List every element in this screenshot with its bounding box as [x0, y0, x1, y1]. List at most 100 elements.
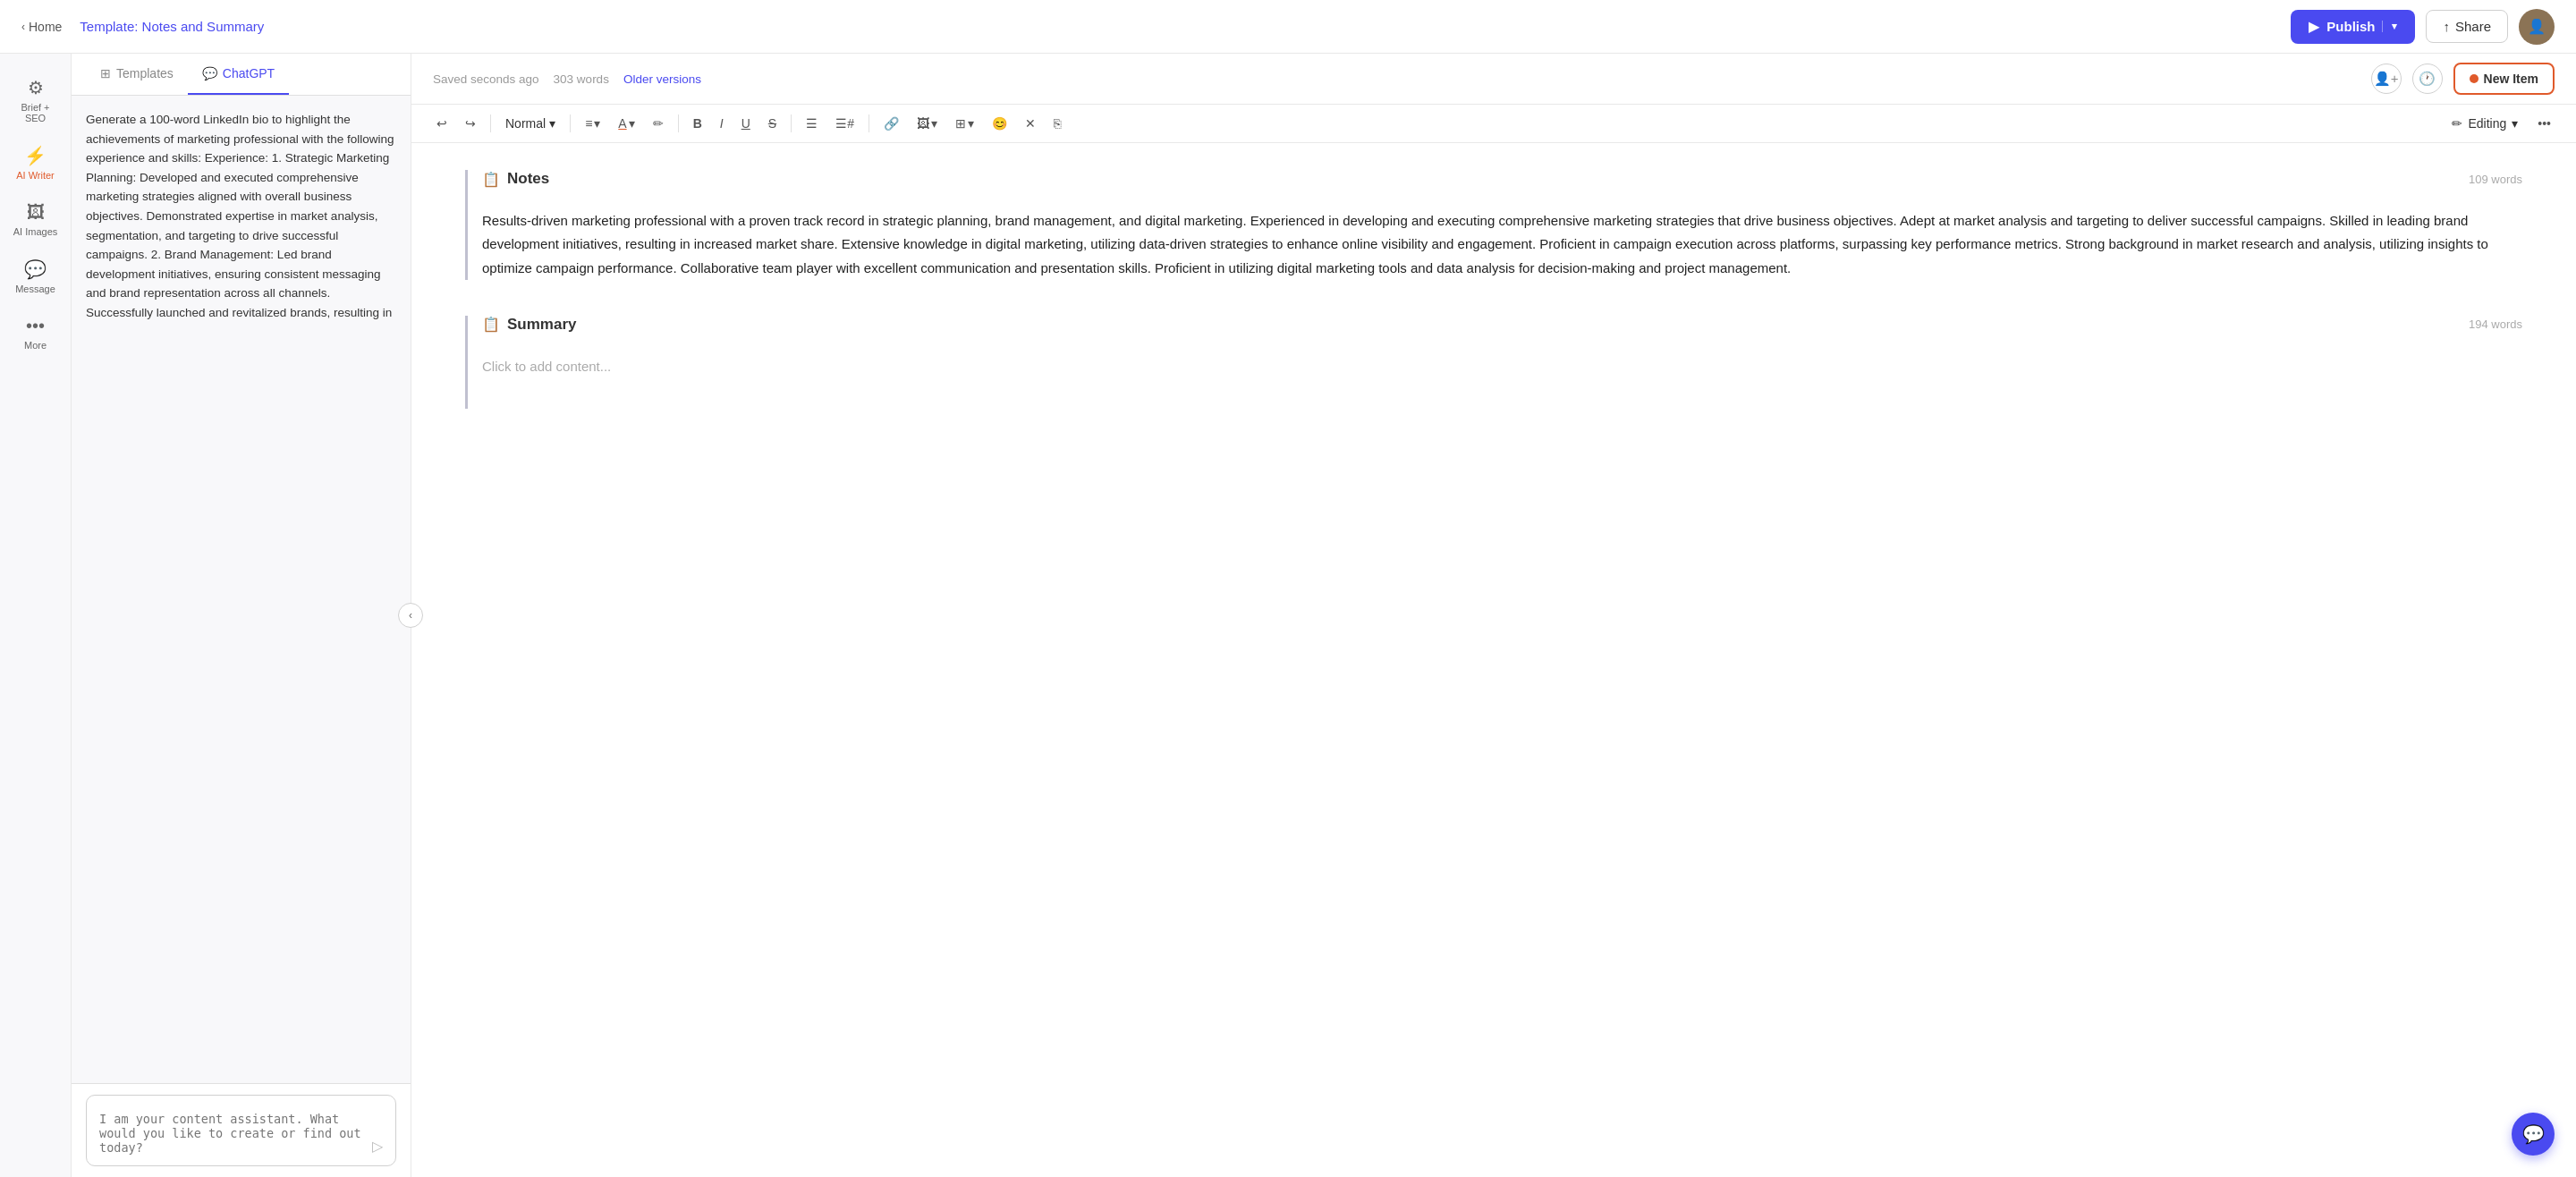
sidebar-label-ai-images: AI Images	[13, 226, 58, 237]
clear-format-icon: ✕	[1025, 116, 1036, 131]
sidebar-label-brief-seo: Brief + SEO	[12, 102, 60, 123]
copy-button[interactable]: ⎘	[1046, 112, 1068, 135]
chat-input-area: ▷	[72, 1083, 411, 1177]
clear-format-button[interactable]: ✕	[1018, 112, 1043, 135]
chatgpt-bubble-icon: 💬	[202, 66, 217, 80]
notes-section-title: Notes	[507, 170, 549, 188]
gear-icon: ⚙	[28, 77, 44, 98]
publish-label: Publish	[2326, 19, 2375, 34]
highlight-button[interactable]: ✏	[646, 112, 671, 135]
align-chevron-icon: ▾	[594, 116, 600, 131]
undo-button[interactable]: ↩	[429, 112, 454, 135]
older-versions-link[interactable]: Older versions	[623, 72, 701, 86]
table-icon: ⊞	[955, 116, 966, 131]
home-link[interactable]: ‹ Home	[21, 20, 62, 34]
emoji-icon: 😊	[992, 116, 1007, 131]
toolbar-separator-3	[678, 114, 679, 132]
text-color-button[interactable]: A ▾	[611, 112, 641, 135]
clock-icon-btn[interactable]: 🕐	[2412, 64, 2443, 94]
link-button[interactable]: 🔗	[877, 112, 906, 135]
share-label: Share	[2455, 19, 2491, 34]
sidebar-label-message: Message	[15, 284, 55, 294]
summary-section-header: 📋 Summary 194 words	[482, 316, 2522, 341]
publish-arrow-icon: ▶	[2309, 19, 2319, 35]
editing-chevron-icon: ▾	[2512, 116, 2518, 131]
tab-chatgpt[interactable]: 💬 ChatGPT	[188, 54, 289, 95]
underline-button[interactable]: U	[734, 112, 758, 135]
notes-word-count: 109 words	[2469, 173, 2522, 186]
highlight-icon: ✏	[653, 116, 664, 131]
saved-status: Saved seconds ago	[433, 72, 539, 86]
tab-chatgpt-label: ChatGPT	[223, 66, 275, 80]
main-layout: ⚙ Brief + SEO ⚡ AI Writer 🖼 AI Images 💬 …	[0, 54, 2576, 1177]
user-avatar[interactable]: 👤	[2519, 9, 2555, 45]
bullet-list-icon: ☰	[806, 116, 818, 131]
share-button[interactable]: ↑ Share	[2426, 10, 2508, 43]
sidebar-item-ai-images[interactable]: 🖼 AI Images	[4, 193, 67, 246]
chat-bubble-button[interactable]: 💬	[2512, 1113, 2555, 1156]
table-button[interactable]: ⊞ ▾	[948, 112, 981, 135]
lightning-icon: ⚡	[24, 145, 47, 166]
sidebar-item-message[interactable]: 💬 Message	[4, 250, 67, 303]
italic-icon: I	[720, 116, 724, 131]
chat-bubble-icon: 💬	[2522, 1123, 2545, 1145]
toolbar-separator-1	[490, 114, 491, 132]
summary-section-border: 📋 Summary 194 words Click to add content…	[465, 316, 2522, 409]
templates-grid-icon: ⊞	[100, 66, 111, 80]
ordered-list-button[interactable]: ☰#	[828, 112, 861, 135]
new-item-label: New Item	[2484, 72, 2538, 86]
message-icon: 💬	[24, 258, 47, 280]
notes-content[interactable]: Results-driven marketing professional wi…	[482, 209, 2522, 280]
image-icon: 🖼	[27, 202, 45, 223]
tab-templates[interactable]: ⊞ Templates	[86, 54, 188, 95]
add-user-icon-btn[interactable]: 👤+	[2371, 64, 2402, 94]
summary-content[interactable]: Click to add content...	[482, 355, 2522, 409]
top-nav-left: ‹ Home Template: Notes and Summary	[21, 19, 264, 34]
editor-top-bar: Saved seconds ago 303 words Older versio…	[411, 54, 2576, 105]
notes-section-header: 📋 Notes 109 words	[482, 170, 2522, 195]
summary-section-title: Summary	[507, 316, 576, 334]
italic-button[interactable]: I	[713, 112, 731, 135]
word-count: 303 words	[554, 72, 609, 86]
ordered-list-icon: ☰#	[835, 116, 854, 131]
new-item-button[interactable]: New Item	[2453, 63, 2555, 95]
new-item-dot	[2470, 74, 2479, 83]
tab-templates-label: Templates	[116, 66, 174, 80]
collapse-panel-button[interactable]: ‹	[398, 603, 423, 628]
toolbar-separator-2	[570, 114, 571, 132]
chat-input[interactable]	[99, 1112, 365, 1155]
image-chevron-icon: ▾	[931, 116, 937, 131]
link-icon: 🔗	[884, 116, 899, 131]
style-chevron-icon: ▾	[549, 116, 555, 131]
bullet-list-button[interactable]: ☰	[799, 112, 825, 135]
align-button[interactable]: ≡ ▾	[578, 112, 607, 135]
emoji-button[interactable]: 😊	[985, 112, 1014, 135]
style-dropdown[interactable]: Normal ▾	[498, 112, 563, 135]
sidebar-item-ai-writer[interactable]: ⚡ AI Writer	[4, 136, 67, 190]
editing-dropdown-button[interactable]: ✏ Editing ▾	[2443, 112, 2527, 135]
send-button[interactable]: ▷	[372, 1138, 383, 1155]
strikethrough-icon: S	[768, 116, 776, 131]
pencil-icon: ✏	[2452, 116, 2462, 131]
underline-icon: U	[741, 116, 750, 131]
home-label: Home	[29, 20, 62, 34]
copy-icon: ⎘	[1054, 116, 1061, 131]
top-nav: ‹ Home Template: Notes and Summary ▶ Pub…	[0, 0, 2576, 54]
publish-button[interactable]: ▶ Publish ▾	[2291, 10, 2415, 44]
summary-section: 📋 Summary 194 words Click to add content…	[465, 316, 2522, 409]
notes-section: 📋 Notes 109 words Results-driven marketi…	[465, 170, 2522, 280]
bold-button[interactable]: B	[686, 112, 709, 135]
sidebar-item-brief-seo[interactable]: ⚙ Brief + SEO	[4, 68, 67, 132]
notes-section-icon: 📋	[482, 171, 500, 188]
more-options-button[interactable]: •••	[2530, 112, 2558, 135]
strikethrough-button[interactable]: S	[761, 112, 784, 135]
text-color-chevron-icon: ▾	[629, 116, 635, 131]
image-button[interactable]: 🖼 ▾	[910, 112, 945, 135]
sidebar-label-ai-writer: AI Writer	[16, 170, 55, 181]
align-icon: ≡	[585, 116, 592, 131]
chat-input-wrapper: ▷	[86, 1095, 396, 1166]
chevron-left-icon: ‹	[21, 21, 25, 33]
redo-button[interactable]: ↪	[458, 112, 483, 135]
sidebar-label-more: More	[24, 340, 47, 351]
sidebar-item-more[interactable]: ••• More	[4, 307, 67, 360]
